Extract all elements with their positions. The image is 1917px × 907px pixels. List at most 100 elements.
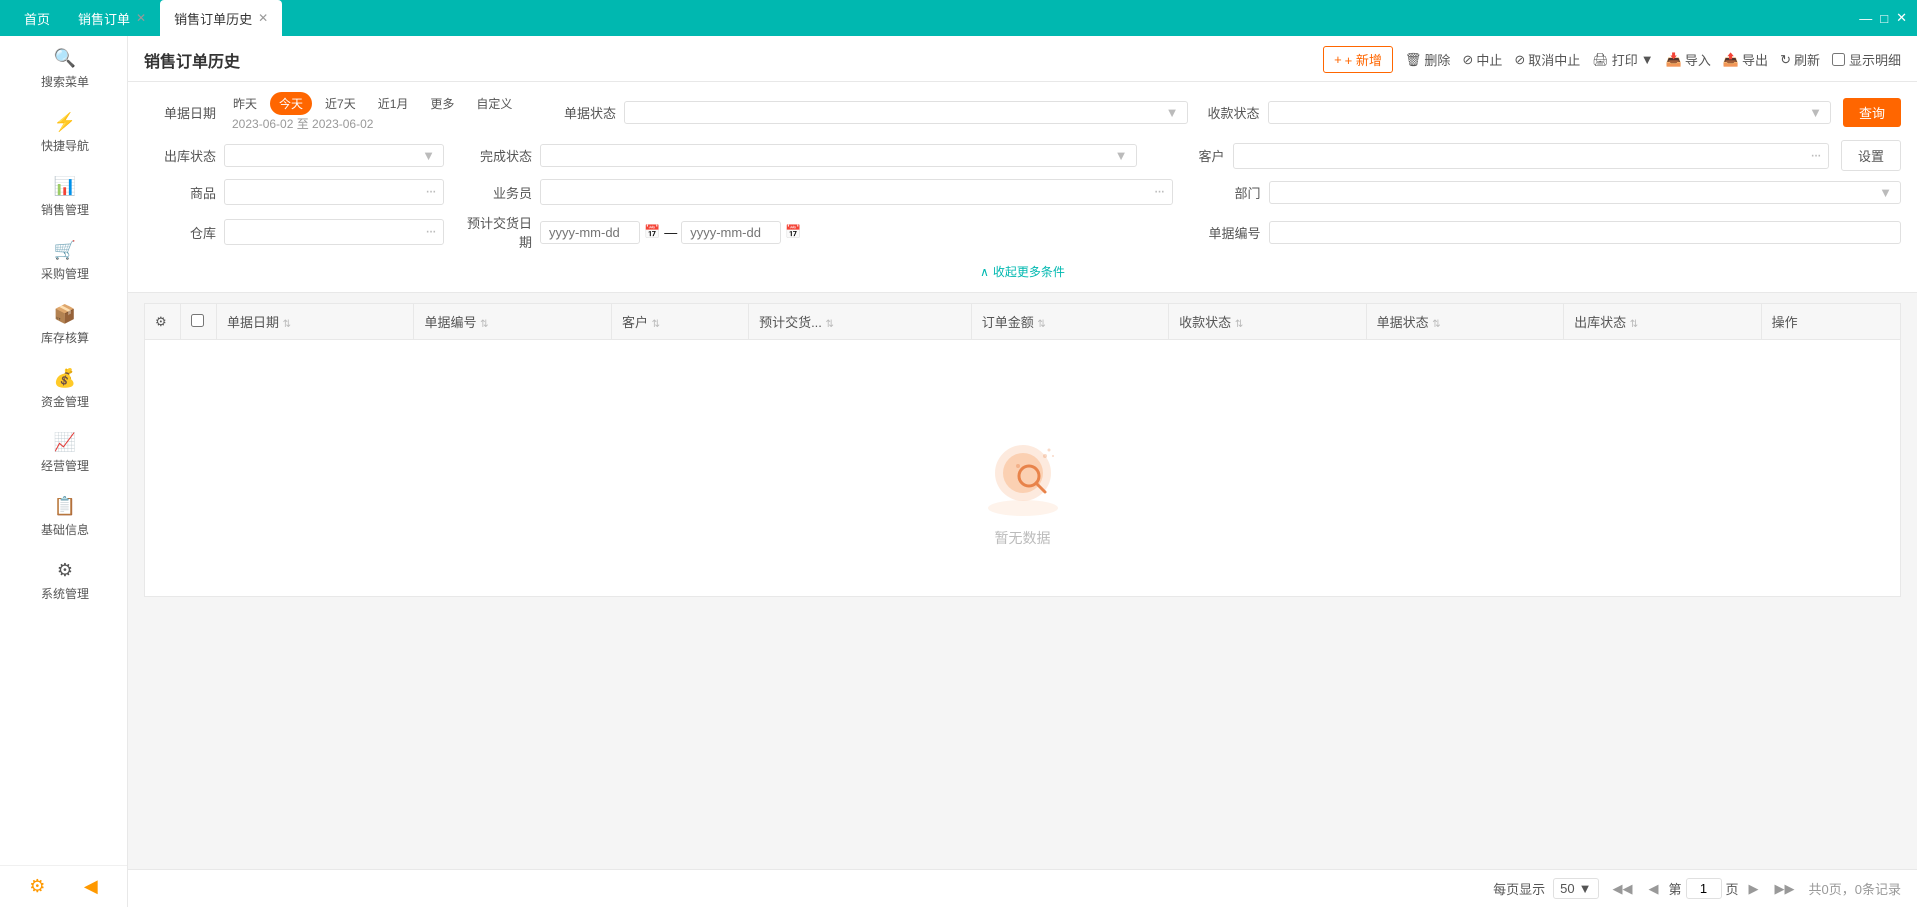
collapse-up-icon: ∧	[980, 265, 989, 279]
query-button[interactable]: 查询	[1843, 98, 1901, 127]
toolbar: + + 新增 🗑 删除 ⊘ 中止 ⊘ 取消中止	[1323, 46, 1901, 73]
date-btn-today[interactable]: 今天	[270, 92, 312, 115]
sort-payment-icon: ⇅	[1235, 319, 1243, 330]
show-detail-check[interactable]	[1832, 53, 1845, 66]
page-total: 共0页，0条记录	[1809, 879, 1901, 898]
delivery-date-cal2-icon[interactable]: 📅	[785, 224, 801, 240]
customer-input[interactable]: ···	[1233, 143, 1830, 169]
empty-illustration	[973, 428, 1073, 528]
sidebar-item-search-menu[interactable]: 🔍 搜索菜单	[0, 36, 127, 100]
sidebar: 🔍 搜索菜单 ⚡ 快捷导航 📊 销售管理 🛒 采购管理 📦 库存核算 💰 资金管…	[0, 36, 128, 907]
sidebar-item-quick-nav[interactable]: ⚡ 快捷导航	[0, 100, 127, 164]
print-arrow-icon: ▼	[1641, 52, 1654, 67]
stop-icon: ⊘	[1462, 52, 1473, 68]
refresh-button[interactable]: ↻ 刷新	[1780, 50, 1820, 69]
payment-status-select[interactable]: ▼	[1268, 101, 1832, 124]
customer-dots[interactable]: ···	[1810, 147, 1820, 165]
minimize-btn[interactable]: —	[1859, 11, 1872, 26]
table-header: ⚙ 单据日期 ⇅ 单据编号 ⇅	[145, 304, 1901, 340]
sidebar-collapse-icon[interactable]: ◀	[84, 876, 98, 897]
stop-button[interactable]: ⊘ 中止	[1462, 50, 1502, 69]
date-btn-custom[interactable]: 自定义	[467, 92, 521, 115]
page-number-input[interactable]	[1686, 878, 1722, 899]
collapse-button[interactable]: ∧ 收起更多条件	[144, 259, 1901, 282]
shipment-status-select[interactable]: ▼	[224, 144, 444, 167]
first-page-btn[interactable]: ◀◀	[1607, 879, 1639, 899]
th-date[interactable]: 单据日期 ⇅	[217, 304, 414, 340]
query-buttons: 查询	[1843, 98, 1901, 127]
delivery-date-end[interactable]	[681, 221, 781, 244]
table-body: 暂无数据	[145, 340, 1901, 597]
import-button[interactable]: 📥 导入	[1666, 50, 1711, 69]
warehouse-input[interactable]: ···	[224, 219, 444, 245]
cancel-stop-button[interactable]: ⊘ 取消中止	[1514, 50, 1580, 69]
print-icon: 🖨	[1592, 52, 1609, 68]
page-header: 销售订单历史 + + 新增 🗑 删除 ⊘ 中止 ⊘	[128, 36, 1917, 82]
window-close-btn[interactable]: ✕	[1896, 10, 1907, 26]
sidebar-item-purchase[interactable]: 🛒 采购管理	[0, 228, 127, 292]
th-customer[interactable]: 客户 ⇅	[611, 304, 748, 340]
select-all-checkbox[interactable]	[191, 314, 204, 327]
sidebar-item-sales[interactable]: 📊 销售管理	[0, 164, 127, 228]
sidebar-settings-icon[interactable]: ⚙	[29, 876, 45, 897]
tab-home[interactable]: 首页	[10, 0, 64, 36]
department-label: 部门	[1189, 183, 1269, 202]
th-delivery[interactable]: 预计交货... ⇅	[749, 304, 972, 340]
sidebar-item-sys-mgmt[interactable]: ⚙ 系统管理	[0, 548, 127, 612]
basic-info-icon: 📋	[54, 496, 76, 517]
sidebar-item-finance[interactable]: 💰 资金管理	[0, 356, 127, 420]
th-order-status[interactable]: 单据状态 ⇅	[1366, 304, 1563, 340]
delivery-date-cal1-icon[interactable]: 📅	[644, 224, 660, 240]
sidebar-item-inventory[interactable]: 📦 库存核算	[0, 292, 127, 356]
tab-sales-order-history[interactable]: 销售订单历史 ✕	[160, 0, 282, 36]
import-icon: 📥	[1666, 52, 1682, 68]
prev-page-btn[interactable]: ◀	[1643, 879, 1665, 899]
delete-icon: 🗑	[1405, 52, 1422, 68]
department-chevron-icon: ▼	[1879, 185, 1892, 200]
delete-button[interactable]: 🗑 删除	[1405, 50, 1451, 69]
sidebar-item-basic-info[interactable]: 📋 基础信息	[0, 484, 127, 548]
department-select[interactable]: ▼	[1269, 181, 1902, 204]
page-size-select[interactable]: 50 ▼	[1553, 878, 1598, 899]
salesperson-dots[interactable]: ···	[1154, 183, 1164, 201]
last-page-btn[interactable]: ▶▶	[1769, 879, 1801, 899]
settings-gear-icon[interactable]: ⚙	[155, 314, 167, 329]
goods-input[interactable]: ···	[224, 179, 444, 205]
delivery-date-start[interactable]	[540, 221, 640, 244]
show-detail-checkbox[interactable]: 显示明细	[1832, 50, 1901, 69]
th-amount[interactable]: 订单金额 ⇅	[971, 304, 1168, 340]
sales-icon: 📊	[54, 176, 76, 197]
th-checkbox[interactable]	[181, 304, 217, 340]
tab-sales-order[interactable]: 销售订单 ✕	[64, 0, 160, 36]
close-sales-order-tab[interactable]: ✕	[136, 11, 146, 25]
next-page-btn[interactable]: ▶	[1743, 879, 1765, 899]
completion-select[interactable]: ▼	[540, 144, 1137, 167]
completion-label: 完成状态	[460, 146, 540, 165]
page-size-chevron-icon: ▼	[1579, 881, 1592, 896]
order-status-select[interactable]: ▼	[624, 101, 1188, 124]
th-payment-status[interactable]: 收款状态 ⇅	[1169, 304, 1366, 340]
date-btn-7days[interactable]: 近7天	[316, 92, 365, 115]
warehouse-dots[interactable]: ···	[425, 223, 435, 241]
order-status-label: 单据状态	[544, 103, 624, 122]
maximize-btn[interactable]: □	[1880, 11, 1888, 26]
close-history-tab[interactable]: ✕	[258, 11, 268, 25]
order-status-cell: 单据状态 ▼	[544, 101, 1188, 124]
export-button[interactable]: 📤 导出	[1723, 50, 1768, 69]
add-button[interactable]: + + 新增	[1323, 46, 1393, 73]
date-range-display: 2023-06-02 至 2023-06-02	[232, 115, 544, 132]
purchase-icon: 🛒	[54, 240, 76, 261]
goods-dots[interactable]: ···	[425, 183, 435, 201]
order-no-input[interactable]	[1269, 221, 1902, 244]
print-button[interactable]: 🖨 打印 ▼	[1592, 50, 1653, 69]
th-shipment[interactable]: 出库状态 ⇅	[1564, 304, 1761, 340]
date-btn-1month[interactable]: 近1月	[369, 92, 418, 115]
salesperson-input[interactable]: ···	[540, 179, 1173, 205]
sidebar-item-operations[interactable]: 📈 经营管理	[0, 420, 127, 484]
history-tab-label: 销售订单历史	[174, 9, 252, 28]
settings-button[interactable]: 设置	[1841, 140, 1901, 171]
th-settings[interactable]: ⚙	[145, 304, 181, 340]
th-order-no[interactable]: 单据编号 ⇅	[414, 304, 611, 340]
date-btn-more[interactable]: 更多	[421, 92, 463, 115]
date-btn-yesterday[interactable]: 昨天	[224, 92, 266, 115]
